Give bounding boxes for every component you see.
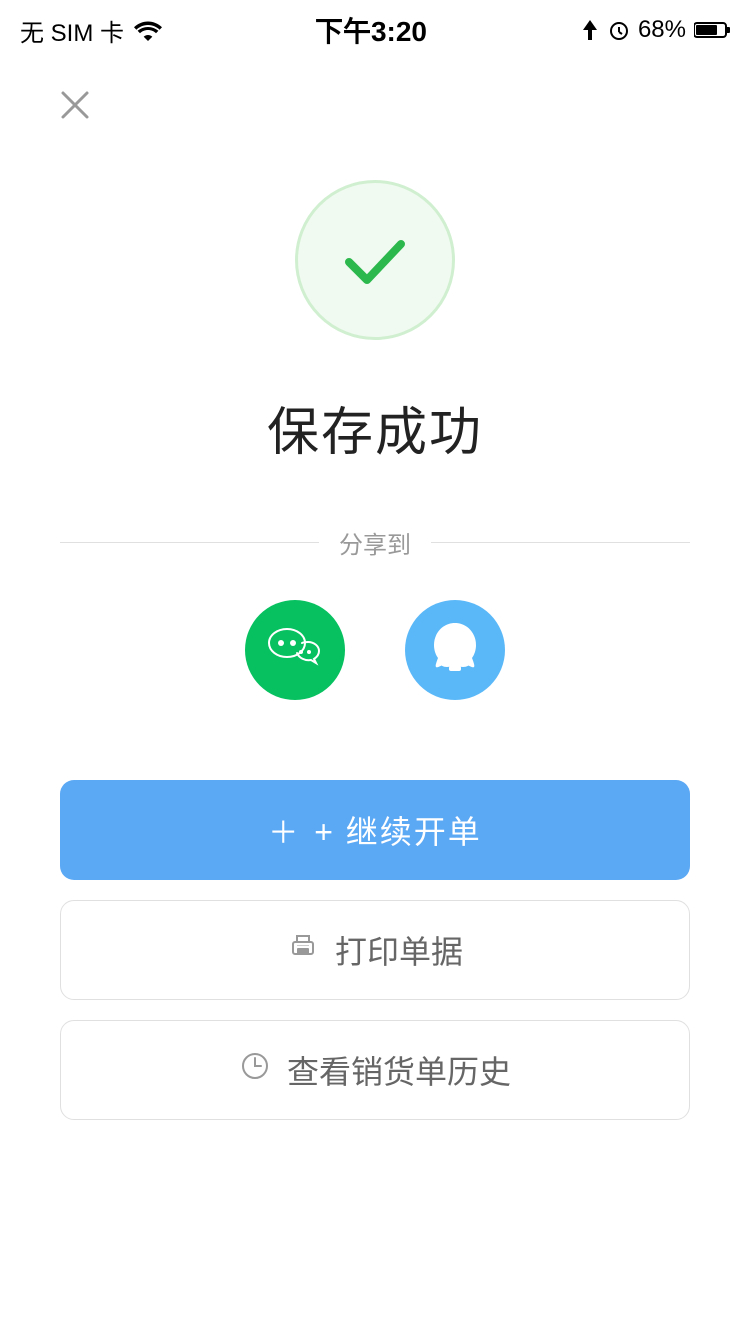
share-icons	[245, 600, 505, 700]
continue-label: + 继续开单	[314, 807, 482, 853]
history-label: 查看销货单历史	[287, 1047, 511, 1093]
success-circle	[295, 180, 455, 340]
close-button[interactable]	[50, 80, 100, 130]
close-icon	[57, 87, 93, 123]
qq-icon	[425, 619, 485, 681]
divider-line-left	[60, 542, 319, 543]
main-content: 保存成功 分享到	[0, 60, 750, 1120]
share-label: 分享到	[339, 525, 411, 560]
print-label: 打印单据	[335, 927, 463, 973]
print-button[interactable]: 打印单据	[60, 900, 690, 1000]
battery-icon	[694, 21, 730, 39]
qq-share-button[interactable]	[405, 600, 505, 700]
continue-button[interactable]: ＋ + 继续开单	[60, 780, 690, 880]
wechat-share-button[interactable]	[245, 600, 345, 700]
status-left: 无 SIM 卡	[20, 13, 162, 48]
status-time: 下午3:20	[315, 10, 427, 50]
battery-percent: 68%	[638, 16, 686, 44]
location-icon	[580, 20, 600, 40]
alarm-icon	[608, 19, 630, 41]
plus-icon: ＋	[268, 808, 298, 852]
status-bar: 无 SIM 卡 下午3:20 68%	[0, 0, 750, 60]
status-right: 68%	[580, 16, 730, 44]
success-title: 保存成功	[267, 390, 483, 465]
wechat-icon	[265, 623, 325, 678]
wifi-icon	[134, 19, 162, 41]
history-icon	[239, 1050, 271, 1090]
share-divider: 分享到	[60, 525, 690, 560]
print-icon	[287, 930, 319, 970]
divider-line-right	[431, 542, 690, 543]
history-button[interactable]: 查看销货单历史	[60, 1020, 690, 1120]
action-buttons: ＋ + 继续开单 打印单据 查看销货单历	[60, 780, 690, 1120]
checkmark-icon	[335, 220, 415, 300]
sim-status: 无 SIM 卡	[20, 13, 124, 48]
